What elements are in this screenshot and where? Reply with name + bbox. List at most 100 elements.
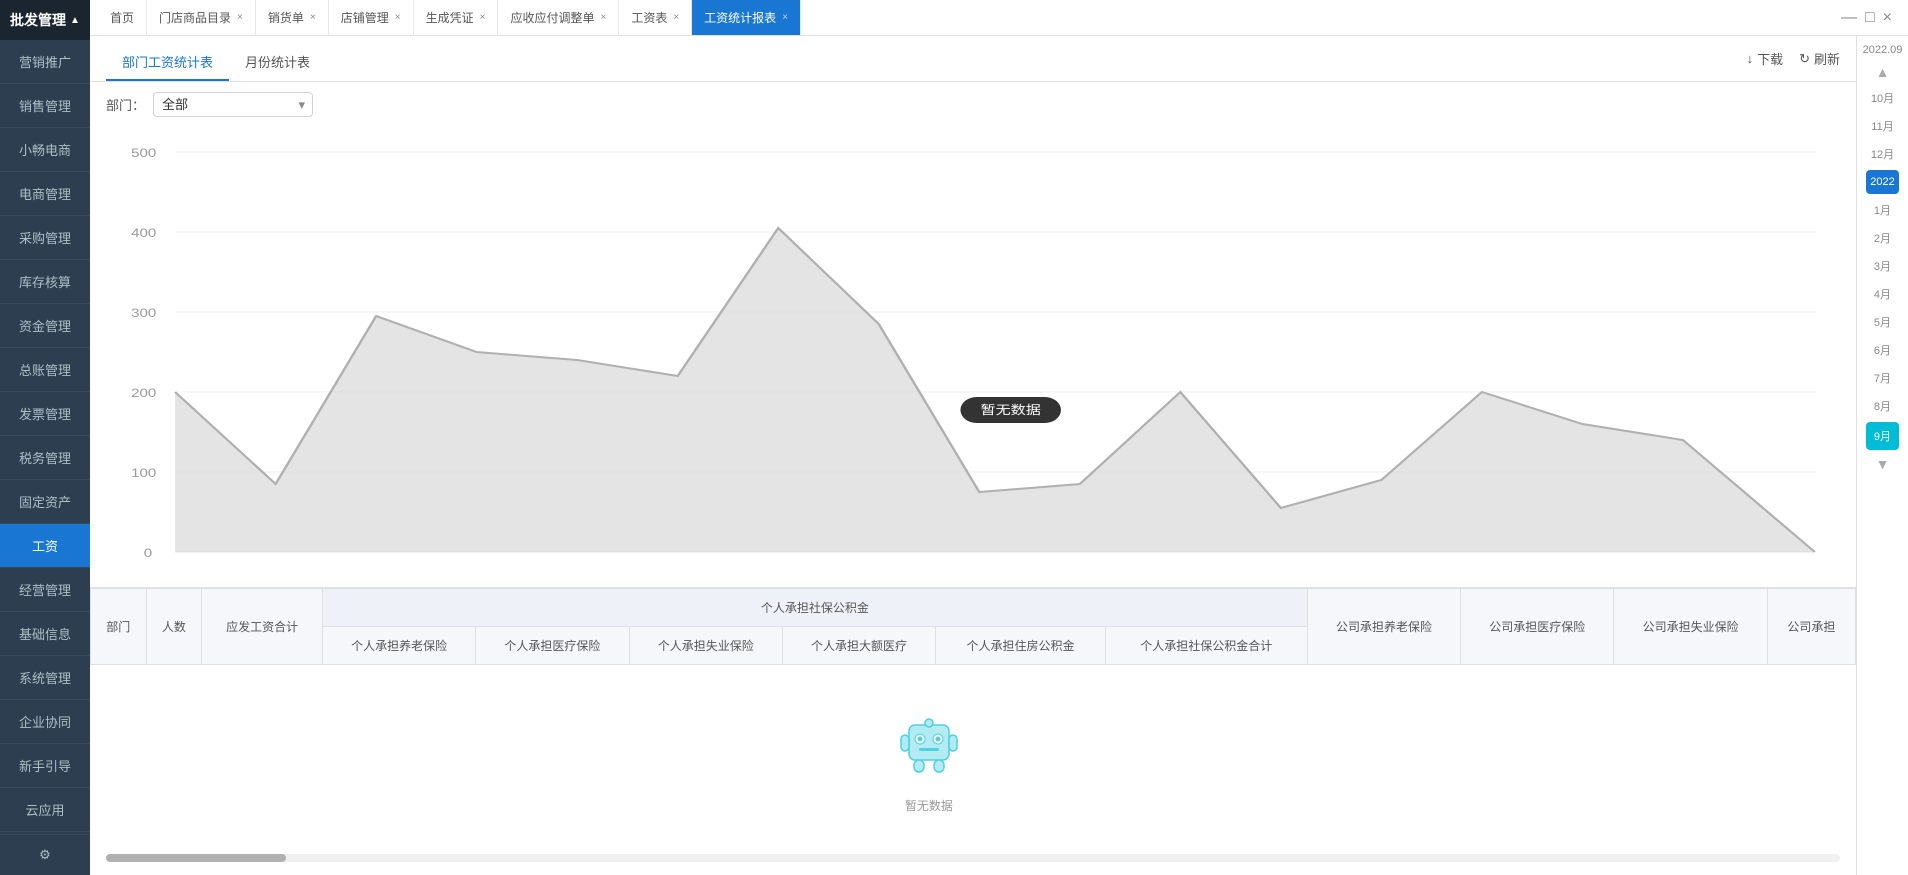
tab-close-payroll-report[interactable]: ×: [782, 12, 788, 23]
tab-label-payroll-report: 工资统计报表: [704, 9, 776, 26]
timeline-year-label: 2022.09: [1861, 40, 1905, 60]
tab-home[interactable]: 首页: [98, 0, 147, 36]
close-btn[interactable]: ×: [1883, 9, 1892, 27]
sidebar-item-assets[interactable]: 固定资产: [0, 480, 90, 524]
sidebar-item-enterprise[interactable]: 企业协同: [0, 700, 90, 744]
timeline-item-1月[interactable]: 1月: [1862, 196, 1902, 224]
sidebar-item-cloud[interactable]: 云应用: [0, 788, 90, 832]
tab-label-catalog: 门店商品目录: [159, 9, 231, 26]
dept-select[interactable]: 全部: [153, 92, 313, 117]
tab-label-store-mgmt: 店铺管理: [341, 9, 389, 26]
timeline-item-5月[interactable]: 5月: [1862, 308, 1902, 336]
dept-select-wrapper: 全部: [153, 92, 313, 117]
col-company-medical: 公司承担医疗保险: [1461, 589, 1614, 665]
data-table: 部门 人数 应发工资合计 个人承担社保公积金 公司承担养老保险 公司承担医疗保险…: [90, 588, 1856, 854]
scrollbar-thumb[interactable]: [106, 854, 286, 862]
timeline-item-3月[interactable]: 3月: [1862, 252, 1902, 280]
col-personal-unemployment: 个人承担失业保险: [629, 627, 782, 665]
col-company-unemployment: 公司承担失业保险: [1614, 589, 1767, 665]
sidebar-item-finance[interactable]: 资金管理: [0, 304, 90, 348]
toolbar-actions: ↓ 下载 ↻ 刷新: [1747, 49, 1840, 76]
timeline-item-7月[interactable]: 7月: [1862, 364, 1902, 392]
tab-close-sales-orders[interactable]: ×: [310, 12, 316, 23]
tab-close-receivable[interactable]: ×: [600, 12, 606, 23]
sidebar-title: 批发管理: [10, 10, 66, 30]
sidebar-item-ecommerce[interactable]: 电商管理: [0, 172, 90, 216]
tab-close-payroll[interactable]: ×: [673, 12, 679, 23]
tab-bar: 首页门店商品目录×销货单×店铺管理×生成凭证×应收应付调整单×工资表×工资统计报…: [90, 0, 1908, 36]
tab-sales-orders[interactable]: 销货单 ×: [256, 0, 329, 36]
sidebar-item-inventory[interactable]: 库存核算: [0, 260, 90, 304]
horizontal-scrollbar[interactable]: [106, 854, 1840, 862]
timeline-item-10月[interactable]: 10月: [1862, 84, 1902, 112]
tab-close-catalog[interactable]: ×: [237, 12, 243, 23]
timeline-item-8月[interactable]: 8月: [1862, 392, 1902, 420]
sidebar-item-operations[interactable]: 经营管理: [0, 568, 90, 612]
tab-close-store-mgmt[interactable]: ×: [395, 12, 401, 23]
tab-monthly[interactable]: 月份统计表: [229, 44, 326, 81]
chart-tooltip-text: 暂无数据: [981, 403, 1042, 416]
timeline-down-nav[interactable]: ▼: [1872, 452, 1894, 476]
timeline-up-nav[interactable]: ▲: [1872, 60, 1894, 84]
tab-dept[interactable]: 部门工资统计表: [106, 44, 229, 81]
timeline-item-12月[interactable]: 12月: [1862, 140, 1902, 168]
sidebar-item-sales[interactable]: 销售管理: [0, 84, 90, 128]
minimize-btn[interactable]: —: [1841, 9, 1857, 27]
sidebar-item-ledger[interactable]: 总账管理: [0, 348, 90, 392]
refresh-btn[interactable]: ↻ 刷新: [1799, 49, 1840, 68]
tab-store-mgmt[interactable]: 店铺管理 ×: [329, 0, 414, 36]
col-company-other: 公司承担: [1767, 589, 1855, 665]
timeline-item-2月[interactable]: 2月: [1862, 224, 1902, 252]
col-personal-total: 个人承担社保公积金合计: [1105, 627, 1307, 665]
sidebar-item-mini-shop[interactable]: 小畅电商: [0, 128, 90, 172]
tab-payroll-report[interactable]: 工资统计报表 ×: [692, 0, 801, 36]
tab-payroll[interactable]: 工资表×: [619, 0, 692, 36]
sidebar-item-purchase[interactable]: 采购管理: [0, 216, 90, 260]
content-area: 部门工资统计表 月份统计表 ↓ 下载 ↻ 刷新 部门：: [90, 36, 1908, 875]
sidebar-item-basics[interactable]: 基础信息: [0, 612, 90, 656]
filter-row: 部门： 全部: [90, 82, 1856, 127]
tab-receivable[interactable]: 应收应付调整单 ×: [498, 0, 619, 36]
svg-text:300: 300: [131, 306, 157, 319]
timeline-item-6月[interactable]: 6月: [1862, 336, 1902, 364]
download-btn[interactable]: ↓ 下载: [1747, 49, 1784, 68]
tab-close-production[interactable]: ×: [480, 12, 486, 23]
sidebar-header[interactable]: 批发管理 ▲: [0, 0, 90, 40]
col-dept: 部门: [91, 589, 147, 665]
sidebar-item-guide[interactable]: 新手引导: [0, 744, 90, 788]
sidebar-item-tax[interactable]: 税务管理: [0, 436, 90, 480]
sidebar-item-salary[interactable]: 工资: [0, 524, 90, 568]
timeline-item-11月[interactable]: 11月: [1862, 112, 1902, 140]
table-section[interactable]: 部门 人数 应发工资合计 个人承担社保公积金 公司承担养老保险 公司承担医疗保险…: [90, 587, 1856, 875]
main-area: 首页门店商品目录×销货单×店铺管理×生成凭证×应收应付调整单×工资表×工资统计报…: [90, 0, 1908, 875]
sidebar-settings[interactable]: ⚙: [0, 834, 90, 875]
svg-text:400: 400: [131, 226, 157, 239]
chart-area: 0 100 200 300 400 500: [90, 127, 1856, 587]
timeline-item-2022[interactable]: 2022: [1866, 170, 1898, 194]
tab-production[interactable]: 生成凭证 ×: [414, 0, 499, 36]
sidebar: 批发管理 ▲ 营销推广销售管理小畅电商电商管理采购管理库存核算资金管理总账管理发…: [0, 0, 90, 875]
sub-tabs-left: 部门工资统计表 月份统计表: [106, 44, 326, 81]
dept-filter-label: 部门：: [106, 95, 145, 114]
col-personal-housing: 个人承担住房公积金: [936, 627, 1106, 665]
col-personal-pension: 个人承担养老保险: [322, 627, 475, 665]
timeline-item-9月[interactable]: 9月: [1866, 422, 1898, 450]
col-group-personal: 个人承担社保公积金: [322, 589, 1307, 627]
sidebar-item-invoice[interactable]: 发票管理: [0, 392, 90, 436]
maximize-btn[interactable]: □: [1865, 9, 1875, 27]
sidebar-item-system[interactable]: 系统管理: [0, 656, 90, 700]
tab-label-sales-orders: 销货单: [268, 9, 304, 26]
empty-text: 暂无数据: [905, 797, 953, 814]
tab-label-receivable: 应收应付调整单: [510, 9, 594, 26]
settings-icon: ⚙: [39, 847, 51, 862]
sidebar-item-marketing[interactable]: 营销推广: [0, 40, 90, 84]
timeline-item-4月[interactable]: 4月: [1862, 280, 1902, 308]
col-company-pension: 公司承担养老保险: [1307, 589, 1460, 665]
tab-catalog[interactable]: 门店商品目录 ×: [147, 0, 256, 36]
sidebar-expand-icon: ▲: [70, 15, 80, 26]
tab-label-production: 生成凭证: [426, 9, 474, 26]
col-personal-medical: 个人承担医疗保险: [476, 627, 629, 665]
refresh-label: 刷新: [1814, 49, 1840, 68]
area-chart: 0 100 200 300 400 500: [106, 127, 1840, 567]
svg-text:100: 100: [131, 466, 157, 479]
